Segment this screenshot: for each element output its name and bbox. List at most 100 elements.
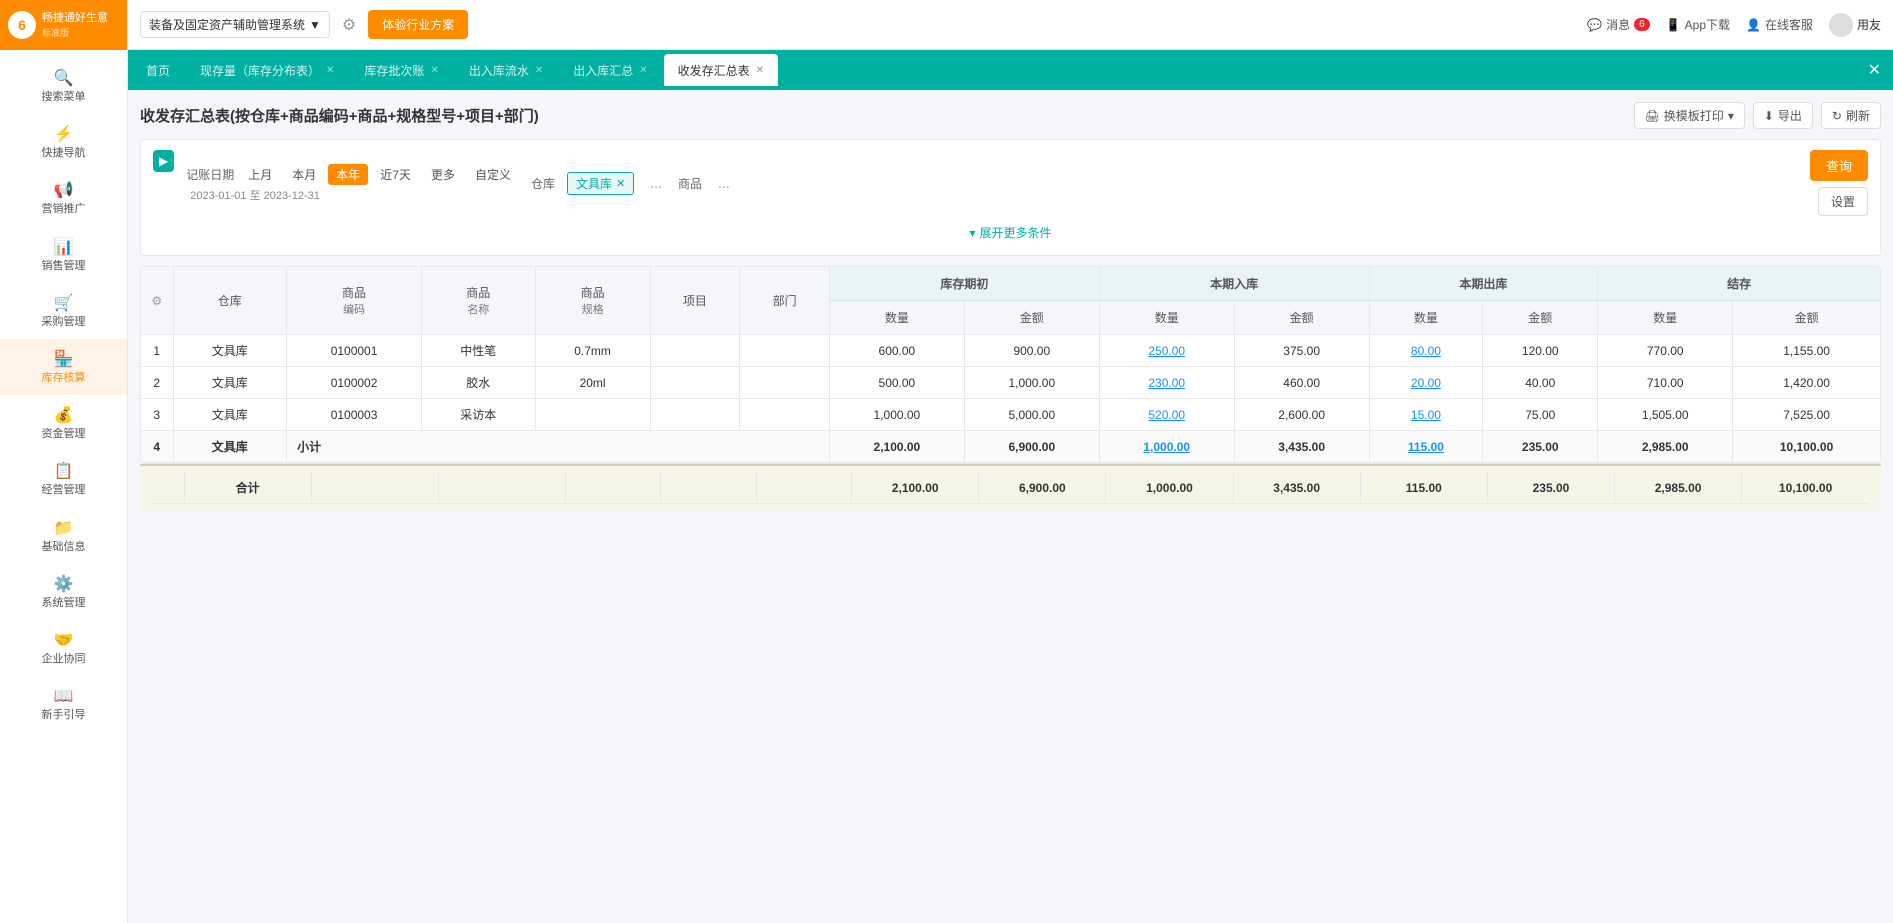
cell-out-qty[interactable]: 15.00 (1369, 399, 1483, 431)
footer-empty2 (311, 472, 438, 504)
try-btn[interactable]: 体验行业方案 (368, 10, 468, 39)
system-selector[interactable]: 装备及固定资产辅助管理系统 ▼ (140, 11, 330, 38)
sidebar-item-guide[interactable]: 📖 新手引导 (0, 676, 127, 732)
export-btn[interactable]: ⬇ 导出 (1753, 102, 1813, 129)
date-opt-more[interactable]: 更多 (423, 164, 463, 185)
print-btn[interactable]: 🖨 换模板打印 ▾ (1634, 102, 1745, 129)
sidebar-item-enterprise[interactable]: 🤝 企业协同 (0, 620, 127, 676)
th-close-amt: 金额 (1733, 301, 1880, 335)
online-service-action[interactable]: 👤 在线客服 (1746, 16, 1813, 33)
warehouse-ellipsis-btn[interactable]: ... (646, 175, 666, 191)
th-settings[interactable]: ⚙ (141, 267, 173, 335)
tab-recv-send[interactable]: 收发存汇总表 ✕ (664, 54, 778, 86)
sidebar-item-label: 库存核算 (42, 372, 86, 385)
cell-in-amt: 2,600.00 (1234, 399, 1369, 431)
cell-out-qty[interactable]: 80.00 (1369, 335, 1483, 367)
cell-open-qty: 500.00 (829, 367, 964, 399)
print-icon: 🖨 (1645, 109, 1660, 123)
message-action[interactable]: 💬 消息 6 (1587, 16, 1650, 33)
date-opt-year[interactable]: 本年 (328, 164, 368, 185)
tab-home[interactable]: 首页 (132, 54, 184, 86)
date-opt-prev[interactable]: 上月 (240, 164, 280, 185)
sidebar-item-purchase[interactable]: 🛒 采购管理 (0, 283, 127, 339)
sidebar-item-marketing[interactable]: 📢 营销推广 (0, 170, 127, 226)
tab-inout-flow[interactable]: 出入库流水 ✕ (455, 54, 557, 86)
footer-table: 合计 2,100.00 6,900.00 1,000.00 3,435.00 1… (152, 472, 1869, 504)
tab-batch[interactable]: 库存批次账 ✕ (350, 54, 452, 86)
refresh-label: 刷新 (1846, 107, 1870, 124)
subtotal-in-qty[interactable]: 1,000.00 (1099, 431, 1234, 463)
print-label: 换模板打印 (1664, 107, 1724, 124)
subtotal-out-qty[interactable]: 115.00 (1369, 431, 1483, 463)
data-table-container: ⚙ 仓库 商品编码 商品名称 商品规格 项目 部门 库存期初 本期入库 本期出库… (140, 266, 1881, 464)
th-code: 商品编码 (287, 267, 422, 335)
sidebar-item-search[interactable]: 🔍 搜索菜单 (0, 58, 127, 114)
warehouse-label: 仓库 (531, 175, 555, 192)
sidebar-item-label: 营销推广 (42, 203, 86, 216)
expand-conditions-btn[interactable]: ▾ 展开更多条件 (153, 220, 1868, 245)
gear-icon[interactable]: ⚙ (342, 15, 356, 35)
tab-close-icon[interactable]: ✕ (326, 65, 334, 76)
cell-num: 3 (141, 399, 173, 431)
tab-close-icon[interactable]: ✕ (756, 65, 764, 76)
sidebar-item-sales[interactable]: 📊 销售管理 (0, 227, 127, 283)
footer-totals: 合计 2,100.00 6,900.00 1,000.00 3,435.00 1… (140, 464, 1881, 510)
query-btn[interactable]: 查询 (1810, 150, 1868, 181)
cell-name: 胶水 (422, 367, 536, 399)
page-title: 收发存汇总表(按仓库+商品编码+商品+规格型号+项目+部门) (140, 105, 539, 126)
sidebar-item-finance[interactable]: 💰 资金管理 (0, 395, 127, 451)
goods-ellipsis-btn[interactable]: ... (714, 175, 734, 191)
cell-name: 中性笔 (422, 335, 536, 367)
app-download-action[interactable]: 📱 App下载 (1666, 16, 1730, 33)
cell-in-qty[interactable]: 230.00 (1099, 367, 1234, 399)
cell-in-qty[interactable]: 520.00 (1099, 399, 1234, 431)
service-icon: 👤 (1746, 18, 1761, 32)
sidebar-item-quick[interactable]: ⚡ 快捷导航 (0, 114, 127, 170)
date-label: 记账日期 (186, 166, 234, 183)
message-icon: 💬 (1587, 18, 1602, 32)
footer-empty5 (661, 472, 756, 504)
tab-stock-dist[interactable]: 现存量（库存分布表） ✕ (186, 54, 348, 86)
subtotal-num: 4 (141, 431, 173, 463)
logo-icon: 6 (8, 11, 36, 39)
cell-in-qty[interactable]: 250.00 (1099, 335, 1234, 367)
export-icon: ⬇ (1764, 109, 1774, 123)
sidebar-item-operations[interactable]: 📋 经营管理 (0, 451, 127, 507)
user-menu[interactable]: 用友 (1829, 13, 1881, 37)
th-group-out: 本期出库 (1369, 267, 1598, 301)
th-in-amt: 金额 (1234, 301, 1369, 335)
warehouse-tag-close[interactable]: ✕ (616, 177, 625, 190)
date-opt-current[interactable]: 本月 (284, 164, 324, 185)
tab-close-icon[interactable]: ✕ (535, 65, 543, 76)
data-table: ⚙ 仓库 商品编码 商品名称 商品规格 项目 部门 库存期初 本期入库 本期出库… (141, 267, 1880, 463)
cell-project (650, 335, 740, 367)
content-area: 收发存汇总表(按仓库+商品编码+商品+规格型号+项目+部门) 🖨 换模板打印 ▾… (128, 90, 1893, 923)
th-in-qty: 数量 (1099, 301, 1234, 335)
tabs-close-all-icon[interactable]: ✕ (1860, 60, 1889, 80)
sidebar-item-base[interactable]: 📁 基础信息 (0, 508, 127, 564)
table-settings-icon[interactable]: ⚙ (151, 294, 162, 308)
topbar-actions: 💬 消息 6 📱 App下载 👤 在线客服 用友 (1587, 13, 1881, 37)
cell-in-amt: 460.00 (1234, 367, 1369, 399)
cell-spec (535, 399, 650, 431)
right-actions: 查询 设置 (1810, 150, 1868, 216)
tab-close-icon[interactable]: ✕ (639, 65, 647, 76)
sidebar-nav: 🔍 搜索菜单 ⚡ 快捷导航 📢 营销推广 📊 销售管理 🛒 采购管理 🏪 库存核… (0, 50, 127, 923)
cell-open-amt: 900.00 (964, 335, 1099, 367)
table-row: 2 文具库 0100002 胶水 20ml 500.00 1,000.00 23… (141, 367, 1880, 399)
th-open-qty: 数量 (829, 301, 964, 335)
tab-close-icon[interactable]: ✕ (430, 65, 438, 76)
filter-toggle-btn[interactable]: ▶ (153, 150, 174, 172)
cell-out-qty[interactable]: 20.00 (1369, 367, 1483, 399)
date-opt-custom[interactable]: 自定义 (467, 164, 519, 185)
settings-btn[interactable]: 设置 (1818, 187, 1868, 216)
tab-inout-summary[interactable]: 出入库汇总 ✕ (559, 54, 661, 86)
topbar: 装备及固定资产辅助管理系统 ▼ ⚙ 体验行业方案 💬 消息 6 📱 App下载 … (128, 0, 1893, 50)
sidebar-item-inventory[interactable]: 🏪 库存核算 (0, 339, 127, 395)
sidebar-item-system[interactable]: ⚙️ 系统管理 (0, 564, 127, 620)
footer-empty6 (756, 472, 851, 504)
chevron-down-icon: ▾ (969, 226, 975, 240)
date-opt-7days[interactable]: 近7天 (372, 164, 419, 185)
refresh-btn[interactable]: ↻ 刷新 (1821, 102, 1881, 129)
footer-empty3 (438, 472, 565, 504)
